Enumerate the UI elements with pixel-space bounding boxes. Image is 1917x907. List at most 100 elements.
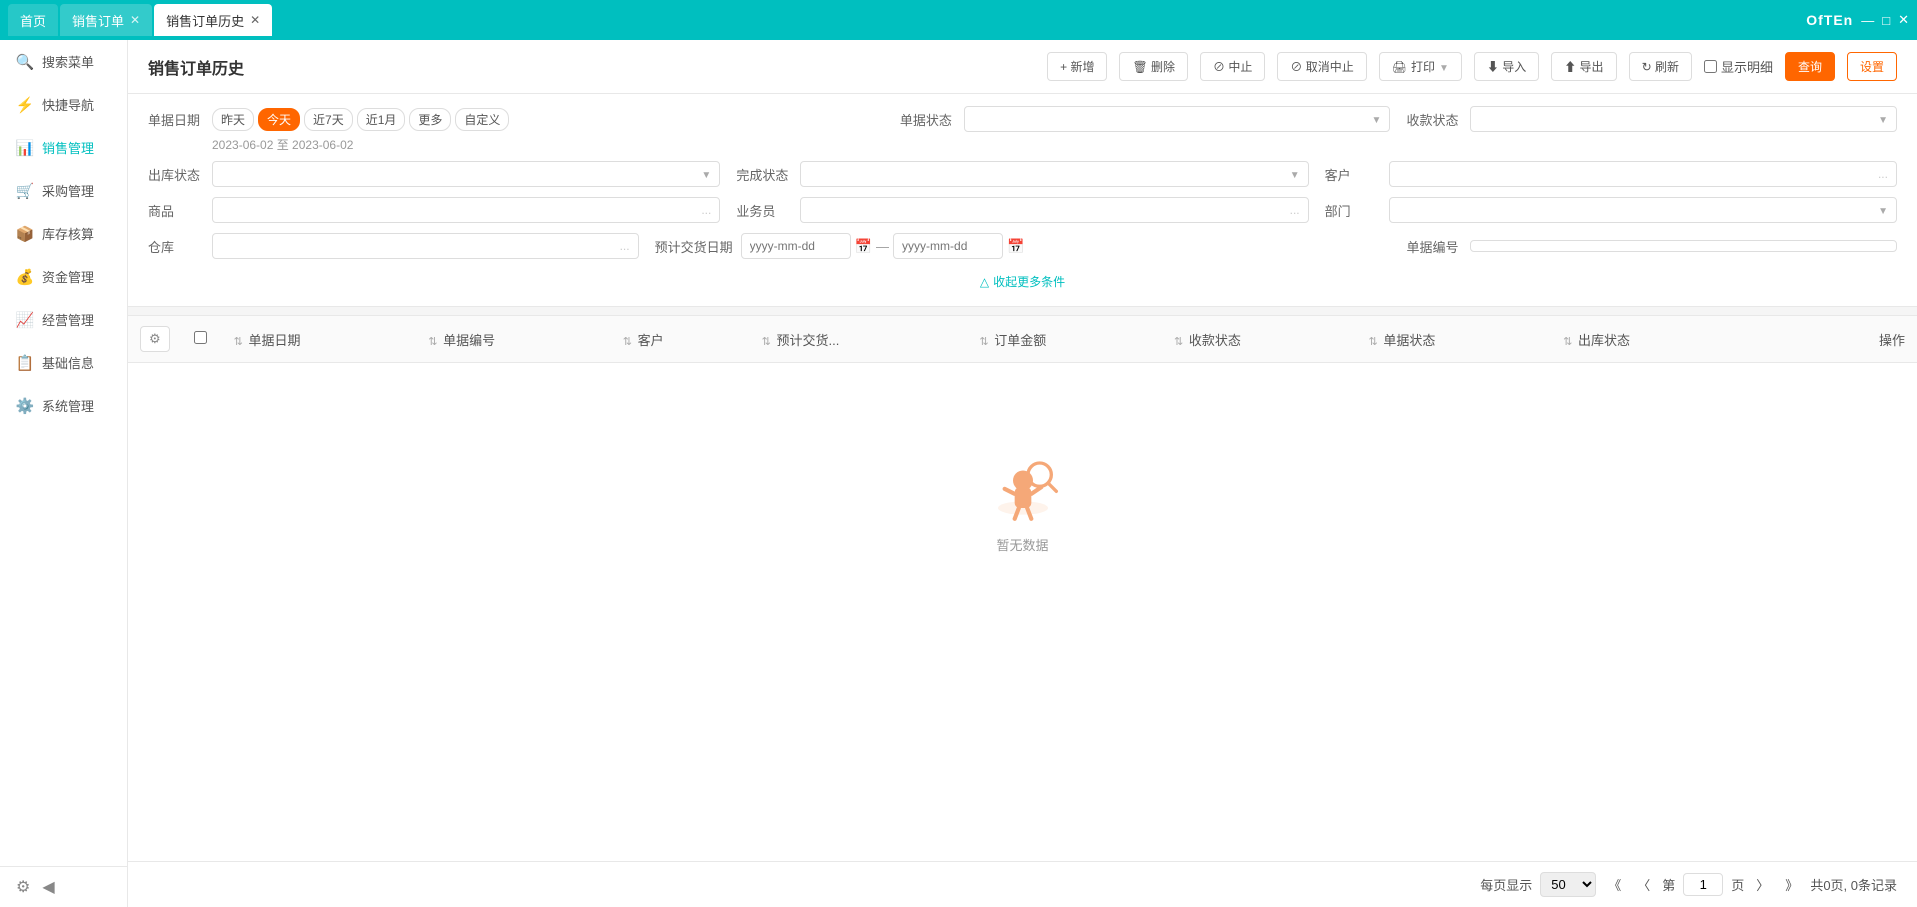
- sidebar-item-finance[interactable]: 💰 资金管理: [0, 255, 127, 298]
- filter-estimated-delivery: 预计交货日期 📅 — 📅: [655, 233, 1391, 259]
- warehouse-ellipsis: ...: [620, 239, 630, 253]
- filter-department: 部门: [1325, 197, 1897, 223]
- warehouse-input[interactable]: ...: [212, 233, 639, 259]
- print-btn[interactable]: 🖨 打印: [1379, 52, 1462, 81]
- sales-person-input[interactable]: ...: [800, 197, 1308, 223]
- page-number-input[interactable]: [1683, 873, 1723, 896]
- th-customer[interactable]: 客户: [611, 316, 750, 363]
- sidebar-item-quick-nav[interactable]: ⚡ 快捷导航: [0, 83, 127, 126]
- th-receipt-status[interactable]: 收款状态: [1162, 316, 1357, 363]
- th-doc-number-label: 单据编号: [443, 333, 495, 348]
- empty-state: 暂无数据: [128, 363, 1917, 634]
- sidebar-item-basic-info[interactable]: 📋 基础信息: [0, 341, 127, 384]
- th-doc-number[interactable]: 单据编号: [416, 316, 611, 363]
- close-btn[interactable]: ✕: [1898, 12, 1909, 28]
- estimated-delivery-sort-icon: [762, 333, 773, 348]
- tab-sales-order-history-close[interactable]: ✕: [250, 13, 260, 27]
- print-dropdown-icon: [1439, 60, 1449, 74]
- estimated-delivery-label: 预计交货日期: [655, 237, 733, 256]
- export-btn[interactable]: ⬆ 导出: [1551, 52, 1616, 81]
- customer-sort-icon: [623, 333, 634, 348]
- minimize-btn[interactable]: —: [1861, 13, 1874, 28]
- import-btn[interactable]: ⬇ 导入: [1474, 52, 1539, 81]
- setting-btn[interactable]: 设置: [1847, 52, 1897, 81]
- filter-date: 单据日期 昨天 今天 近7天 近1月 更多 自定义: [148, 108, 884, 131]
- last-page-btn[interactable]: 》: [1781, 873, 1802, 896]
- tab-sales-order[interactable]: 销售订单 ✕: [60, 4, 152, 36]
- table-settings-btn[interactable]: ⚙: [140, 326, 170, 352]
- bottom-collapse-icon[interactable]: ◀: [42, 877, 54, 897]
- page-unit-label: 页: [1731, 875, 1744, 894]
- th-doc-date[interactable]: 单据日期: [222, 316, 417, 363]
- select-all-checkbox[interactable]: [194, 331, 207, 344]
- sidebar-item-inventory[interactable]: 📦 库存核算: [0, 212, 127, 255]
- date-btn-today[interactable]: 今天: [258, 108, 300, 131]
- pagination-bar: 每页显示 50 10 20 100 《 〈 第 页 〉 》 共0页, 0条记录: [128, 861, 1917, 907]
- th-outbound-status[interactable]: 出库状态: [1551, 316, 1746, 363]
- calendar-to-icon[interactable]: 📅: [1007, 238, 1024, 255]
- bottom-settings-icon[interactable]: ⚙: [16, 877, 30, 897]
- date-btn-yesterday[interactable]: 昨天: [212, 108, 254, 131]
- sidebar-item-search-menu[interactable]: 🔍 搜索菜单: [0, 40, 127, 83]
- system-mgmt-icon: ⚙️: [16, 397, 34, 415]
- receipt-status-select[interactable]: [1470, 106, 1897, 132]
- th-doc-status-label: 单据状态: [1383, 333, 1435, 348]
- department-label: 部门: [1325, 201, 1381, 220]
- th-doc-date-label: 单据日期: [249, 333, 301, 348]
- th-doc-status[interactable]: 单据状态: [1357, 316, 1552, 363]
- page-size-select[interactable]: 50 10 20 100: [1540, 872, 1596, 897]
- department-chevron: [1878, 203, 1888, 217]
- tab-sales-order-close[interactable]: ✕: [130, 13, 140, 27]
- prev-page-btn[interactable]: 〈: [1633, 873, 1654, 896]
- maximize-btn[interactable]: □: [1882, 13, 1890, 28]
- completion-status-select[interactable]: [800, 161, 1308, 187]
- date-btn-1month[interactable]: 近1月: [357, 108, 406, 131]
- delivery-date-to[interactable]: [893, 233, 1003, 259]
- display-detail-checkbox[interactable]: [1704, 60, 1717, 73]
- collapse-more-conditions[interactable]: △ 收起更多条件: [148, 269, 1897, 294]
- date-btn-custom[interactable]: 自定义: [455, 108, 509, 131]
- first-page-btn[interactable]: 《: [1604, 873, 1625, 896]
- date-btn-7days[interactable]: 近7天: [304, 108, 353, 131]
- tab-sales-order-history[interactable]: 销售订单历史 ✕: [154, 4, 272, 36]
- collapse-label: 收起更多条件: [993, 273, 1065, 290]
- refresh-btn[interactable]: ↻ 刷新: [1629, 52, 1692, 81]
- brand-text: OfTEn: [1806, 12, 1853, 28]
- sidebar-item-search-menu-label: 搜索菜单: [42, 52, 94, 71]
- date-quick-btns: 昨天 今天 近7天 近1月 更多 自定义: [212, 108, 509, 131]
- next-page-btn[interactable]: 〉: [1752, 873, 1773, 896]
- tab-sales-order-history-label: 销售订单历史: [166, 11, 244, 30]
- top-bar: 首页 销售订单 ✕ 销售订单历史 ✕ OfTEn — □ ✕: [0, 0, 1917, 40]
- doc-status-select[interactable]: [964, 106, 1391, 132]
- th-order-amount[interactable]: 订单金额: [967, 316, 1162, 363]
- new-btn[interactable]: + 新增: [1047, 52, 1107, 81]
- tab-home[interactable]: 首页: [8, 4, 58, 36]
- outbound-status-label: 出库状态: [148, 165, 204, 184]
- query-btn[interactable]: 查询: [1785, 52, 1835, 81]
- doc-number-label: 单据编号: [1406, 237, 1462, 256]
- sidebar-item-purchase-mgmt[interactable]: 🛒 采购管理: [0, 169, 127, 212]
- doc-number-input[interactable]: [1470, 240, 1897, 252]
- delete-btn[interactable]: 🗑 删除: [1119, 52, 1188, 81]
- delivery-date-from[interactable]: [741, 233, 851, 259]
- customer-label: 客户: [1325, 165, 1381, 184]
- date-btn-more[interactable]: 更多: [409, 108, 451, 131]
- product-ellipsis: ...: [701, 203, 711, 217]
- sidebar-item-system-mgmt[interactable]: ⚙️ 系统管理: [0, 384, 127, 427]
- display-detail-label[interactable]: 显示明细: [1704, 57, 1773, 76]
- outbound-status-select[interactable]: [212, 161, 720, 187]
- sidebar-item-operations[interactable]: 📈 经营管理: [0, 298, 127, 341]
- product-input[interactable]: ...: [212, 197, 720, 223]
- th-estimated-delivery[interactable]: 预计交货...: [750, 316, 968, 363]
- calendar-from-icon[interactable]: 📅: [855, 238, 872, 255]
- stop-btn[interactable]: ⊘ 中止: [1200, 52, 1265, 81]
- sidebar-item-sales-mgmt[interactable]: 📊 销售管理: [0, 126, 127, 169]
- print-icon: 🖨: [1392, 60, 1407, 74]
- sales-person-ellipsis: ...: [1290, 203, 1300, 217]
- filter-warehouse: 仓库 ...: [148, 233, 639, 259]
- cancel-stop-btn[interactable]: ⊘ 取消中止: [1277, 52, 1366, 81]
- doc-status-sort-icon: [1369, 333, 1380, 348]
- department-select[interactable]: [1389, 197, 1897, 223]
- finance-icon: 💰: [16, 268, 34, 286]
- customer-input[interactable]: ...: [1389, 161, 1897, 187]
